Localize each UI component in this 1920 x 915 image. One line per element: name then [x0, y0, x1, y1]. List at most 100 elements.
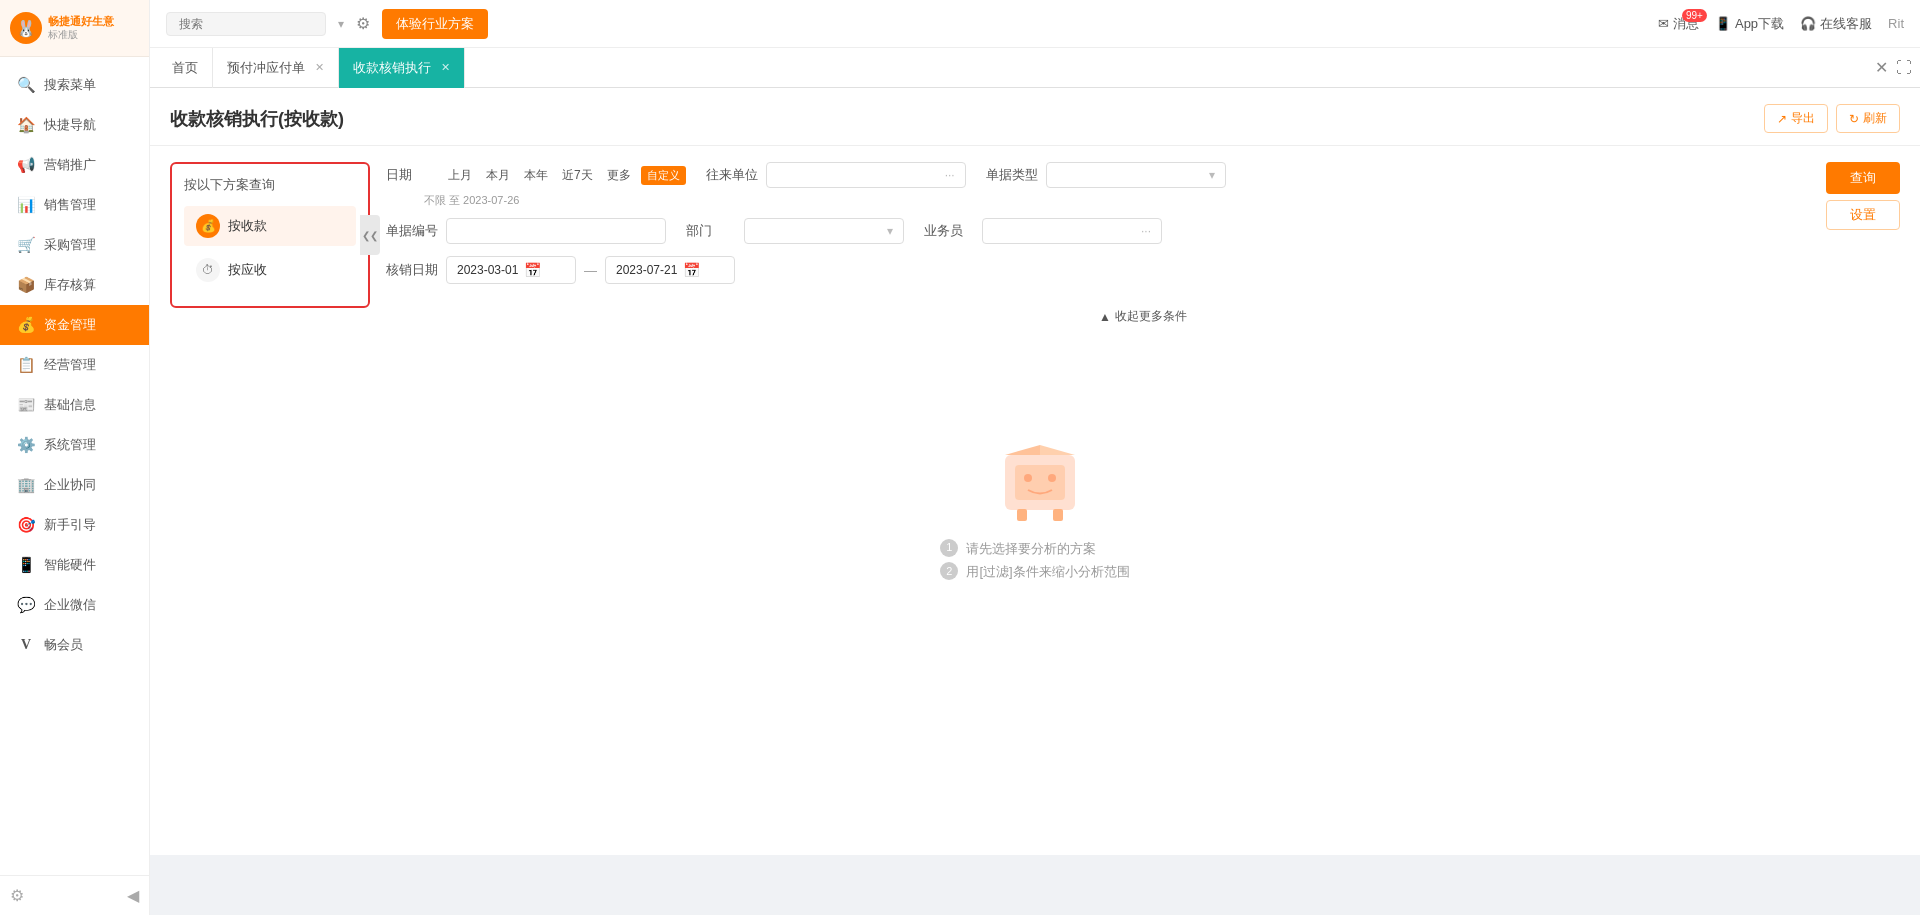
sidebar-item-label: 系统管理 — [44, 436, 96, 454]
topbar-right: ✉ 消息 99+ 📱 App下载 🎧 在线客服 Rit — [1658, 15, 1904, 33]
counterpart-label: 往来单位 — [706, 166, 758, 184]
dept-chevron: ▾ — [887, 224, 893, 238]
panel-collapse-btn[interactable]: ❮❮ — [360, 215, 380, 255]
counterpart-select[interactable]: ··· — [766, 162, 966, 188]
sidebar-item-quick-nav[interactable]: 🏠 快捷导航 — [0, 105, 149, 145]
filter-item-verify-date: 核销日期 2023-03-01 📅 — 2023-07-21 — [386, 256, 735, 284]
salesman-dots[interactable]: ··· — [1141, 224, 1151, 238]
filter-fields: 日期 上月 本月 本年 近7天 更多 自定义 — [386, 162, 1806, 284]
logo-sub: 标准版 — [48, 28, 114, 42]
refresh-button[interactable]: ↻ 刷新 — [1836, 104, 1900, 133]
calendar-to-icon[interactable]: 📅 — [683, 262, 700, 278]
svg-rect-4 — [1017, 509, 1027, 521]
sidebar-item-operations[interactable]: 📋 经营管理 — [0, 345, 149, 385]
tab-prepay[interactable]: 预付冲应付单 ✕ — [213, 48, 339, 88]
dept-select[interactable]: ▾ — [744, 218, 904, 244]
window-expand-icon[interactable]: ⛶ — [1896, 59, 1912, 77]
industry-btn[interactable]: 体验行业方案 — [382, 9, 488, 39]
sidebar-logo: 🐰 畅捷通好生意 标准版 — [0, 0, 149, 57]
basic-info-icon: 📰 — [16, 395, 36, 415]
sidebar-item-basic-info[interactable]: 📰 基础信息 — [0, 385, 149, 425]
chevron-down-icon[interactable]: ▾ — [338, 17, 344, 31]
date-separator: — — [584, 263, 597, 278]
tab-home[interactable]: 首页 — [158, 48, 213, 88]
voucher-no-label: 单据编号 — [386, 222, 438, 240]
voucher-no-input[interactable] — [446, 218, 666, 244]
message-badge: 99+ — [1682, 9, 1707, 22]
sidebar-item-marketing[interactable]: 📢 营销推广 — [0, 145, 149, 185]
sales-icon: 📊 — [16, 195, 36, 215]
sidebar-item-inventory[interactable]: 📦 库存核算 — [0, 265, 149, 305]
filter-item-voucher-no: 单据编号 — [386, 218, 666, 244]
date-tab-this-year[interactable]: 本年 — [520, 165, 552, 186]
sidebar-nav: 🔍 搜索菜单 🏠 快捷导航 📢 营销推广 📊 销售管理 🛒 采购管理 📦 库存核… — [0, 57, 149, 875]
settings-bottom-icon[interactable]: ⚙ — [10, 886, 24, 905]
user-name: Rit — [1888, 16, 1904, 31]
filter-panel-title: 按以下方案查询 — [184, 176, 356, 194]
filter-option-receivable[interactable]: ⏱ 按应收 — [184, 250, 356, 290]
sidebar-item-purchase[interactable]: 🛒 采购管理 — [0, 225, 149, 265]
gear-icon[interactable]: ⚙ — [356, 14, 370, 33]
date-tab-custom[interactable]: 自定义 — [641, 166, 686, 185]
sidebar-bottom: ⚙ ◀ — [0, 875, 149, 915]
voucher-type-select[interactable]: ▾ — [1046, 162, 1226, 188]
verify-date-from-value: 2023-03-01 — [457, 263, 518, 277]
date-tab-7days[interactable]: 近7天 — [558, 165, 597, 186]
message-btn[interactable]: ✉ 消息 99+ — [1658, 15, 1699, 33]
filter-option-receipt[interactable]: 💰 按收款 — [184, 206, 356, 246]
sidebar-item-label: 采购管理 — [44, 236, 96, 254]
query-button[interactable]: 查询 — [1826, 162, 1900, 194]
sidebar-item-search[interactable]: 🔍 搜索菜单 — [0, 65, 149, 105]
hint-num-2: 2 — [940, 562, 958, 580]
app-icon: 📱 — [1715, 16, 1731, 31]
empty-state: 1 请先选择要分析的方案 2 用[过滤]条件来缩小分析范围 — [150, 345, 1920, 664]
filter-row-1: 日期 上月 本月 本年 近7天 更多 自定义 — [386, 162, 1900, 284]
window-close-icon[interactable]: ✕ — [1875, 58, 1888, 77]
date-label: 日期 — [386, 166, 436, 184]
date-tab-more[interactable]: 更多 — [603, 165, 635, 186]
verify-date-from-input[interactable]: 2023-03-01 📅 — [446, 256, 576, 284]
sidebar-item-system[interactable]: ⚙️ 系统管理 — [0, 425, 149, 465]
message-icon: ✉ — [1658, 16, 1669, 31]
tab-receipts[interactable]: 收款核销执行 ✕ — [339, 48, 465, 88]
sidebar-item-label: 经营管理 — [44, 356, 96, 374]
export-button[interactable]: ↗ 导出 — [1764, 104, 1828, 133]
filter-item-salesman: 业务员 ··· — [924, 218, 1162, 244]
sidebar-item-hardware[interactable]: 📱 智能硬件 — [0, 545, 149, 585]
query-actions: 查询 设置 — [1826, 162, 1900, 230]
sidebar-item-sales[interactable]: 📊 销售管理 — [0, 185, 149, 225]
export-label: 导出 — [1791, 110, 1815, 127]
marketing-icon: 📢 — [16, 155, 36, 175]
sidebar-item-label: 智能硬件 — [44, 556, 96, 574]
tab-prepay-close-icon[interactable]: ✕ — [315, 61, 324, 74]
sidebar-item-member[interactable]: V 畅会员 — [0, 625, 149, 665]
tab-receipts-close-icon[interactable]: ✕ — [441, 61, 450, 74]
verify-date-to-input[interactable]: 2023-07-21 📅 — [605, 256, 735, 284]
svg-rect-1 — [1015, 465, 1065, 500]
search-icon: 🔍 — [16, 75, 36, 95]
online-service-btn[interactable]: 🎧 在线客服 — [1800, 15, 1872, 33]
receipt-icon: 💰 — [196, 214, 220, 238]
system-icon: ⚙️ — [16, 435, 36, 455]
calendar-from-icon[interactable]: 📅 — [524, 262, 541, 278]
svg-point-2 — [1024, 474, 1032, 482]
counterpart-dots[interactable]: ··· — [945, 168, 955, 182]
filter-item-counterpart: 往来单位 ··· — [706, 162, 966, 188]
collapse-more-btn[interactable]: ▲ 收起更多条件 — [386, 304, 1900, 329]
verify-date-label: 核销日期 — [386, 261, 438, 279]
sidebar-item-enterprise[interactable]: 🏢 企业协同 — [0, 465, 149, 505]
date-hint: 不限 至 2023-07-26 — [424, 194, 519, 206]
sidebar-item-wechat[interactable]: 💬 企业微信 — [0, 585, 149, 625]
date-tab-last-month[interactable]: 上月 — [444, 165, 476, 186]
topbar-search-input[interactable] — [166, 12, 326, 36]
sidebar-item-label: 企业微信 — [44, 596, 96, 614]
sidebar-item-finance[interactable]: 💰 资金管理 — [0, 305, 149, 345]
settings-button[interactable]: 设置 — [1826, 200, 1900, 230]
date-tab-this-month[interactable]: 本月 — [482, 165, 514, 186]
app-download-btn[interactable]: 📱 App下载 — [1715, 15, 1784, 33]
collapse-sidebar-icon[interactable]: ◀ — [127, 886, 139, 905]
filter-right: 日期 上月 本月 本年 近7天 更多 自定义 — [386, 162, 1900, 329]
salesman-select[interactable]: ··· — [982, 218, 1162, 244]
sidebar-item-guide[interactable]: 🎯 新手引导 — [0, 505, 149, 545]
sidebar-item-label: 营销推广 — [44, 156, 96, 174]
